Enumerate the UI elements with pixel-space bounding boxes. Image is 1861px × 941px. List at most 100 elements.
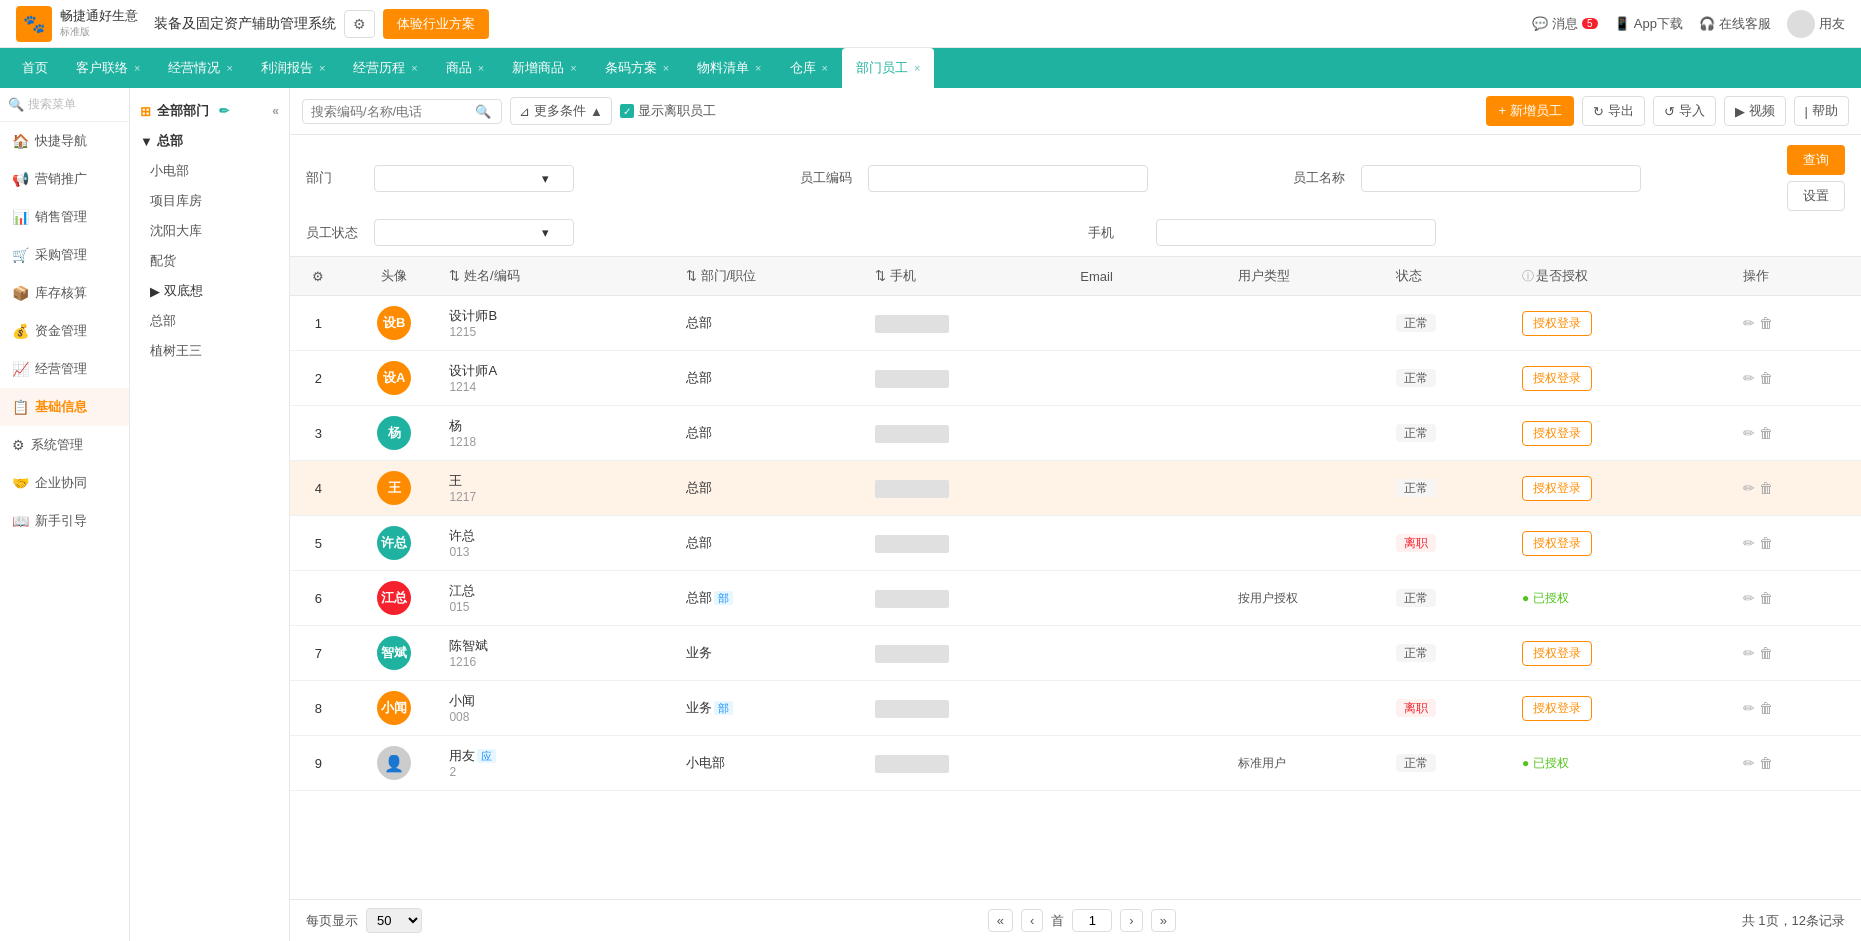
- tab-barcode[interactable]: 条码方案 ×: [591, 48, 683, 88]
- prev-page-btn[interactable]: ‹: [1021, 909, 1043, 932]
- delete-button[interactable]: 🗑: [1759, 425, 1773, 441]
- auth-button[interactable]: 授权登录: [1522, 366, 1592, 391]
- search-input[interactable]: [311, 104, 471, 119]
- auth-button[interactable]: 授权登录: [1522, 531, 1592, 556]
- close-icon[interactable]: ×: [478, 62, 484, 74]
- tree-parent-double[interactable]: ▶ 双底想: [130, 276, 289, 306]
- show-resigned-toggle[interactable]: ✓ 显示离职员工: [620, 102, 716, 120]
- delete-button[interactable]: 🗑: [1759, 370, 1773, 386]
- sidebar-item-finance[interactable]: 💰 资金管理: [0, 312, 129, 350]
- delete-button[interactable]: 🗑: [1759, 315, 1773, 331]
- dept-select[interactable]: ▾: [374, 165, 574, 192]
- col-dept[interactable]: ⇅ 部门/职位: [678, 257, 867, 296]
- query-button[interactable]: 查询: [1787, 145, 1845, 175]
- tree-item-plant[interactable]: 植树王三: [130, 336, 289, 366]
- edit-button[interactable]: ✏: [1743, 370, 1755, 386]
- edit-button[interactable]: ✏: [1743, 480, 1755, 496]
- delete-button[interactable]: 🗑: [1759, 535, 1773, 551]
- close-icon[interactable]: ×: [663, 62, 669, 74]
- close-icon[interactable]: ×: [134, 62, 140, 74]
- auth-button[interactable]: 授权登录: [1522, 696, 1592, 721]
- close-icon[interactable]: ×: [226, 62, 232, 74]
- auth-button[interactable]: 授权登录: [1522, 641, 1592, 666]
- tab-profit[interactable]: 利润报告 ×: [247, 48, 339, 88]
- user-area[interactable]: 用友: [1787, 10, 1845, 38]
- app-download-btn[interactable]: 📱 App下载: [1614, 15, 1683, 33]
- tab-home[interactable]: 首页: [8, 48, 62, 88]
- tab-goods[interactable]: 商品 ×: [432, 48, 498, 88]
- emp-code-input[interactable]: [868, 165, 1148, 192]
- tab-bom[interactable]: 物料清单 ×: [683, 48, 775, 88]
- tab-warehouse[interactable]: 仓库 ×: [776, 48, 842, 88]
- export-button[interactable]: ↻ 导出: [1582, 96, 1645, 126]
- edit-button[interactable]: ✏: [1743, 425, 1755, 441]
- tree-item-distribution[interactable]: 配货: [130, 246, 289, 276]
- import-button[interactable]: ↺ 导入: [1653, 96, 1716, 126]
- tree-item-small-elec[interactable]: 小电部: [130, 156, 289, 186]
- sidebar-item-inventory[interactable]: 📦 库存核算: [0, 274, 129, 312]
- page-input[interactable]: [1072, 909, 1112, 932]
- help-button[interactable]: | 帮助: [1794, 96, 1849, 126]
- delete-button[interactable]: 🗑: [1759, 590, 1773, 606]
- tree-item-project[interactable]: 项目库房: [130, 186, 289, 216]
- sidebar-item-purchase[interactable]: 🛒 采购管理: [0, 236, 129, 274]
- tree-parent-corp[interactable]: ▼ 总部: [130, 126, 289, 156]
- delete-button[interactable]: 🗑: [1759, 480, 1773, 496]
- last-page-btn[interactable]: »: [1151, 909, 1176, 932]
- collapse-btn[interactable]: «: [272, 104, 279, 118]
- edit-button[interactable]: ✏: [1743, 645, 1755, 661]
- close-icon[interactable]: ×: [411, 62, 417, 74]
- edit-icon[interactable]: ✏: [219, 104, 229, 118]
- search-icon[interactable]: 🔍: [475, 104, 491, 119]
- col-phone[interactable]: ⇅ 手机: [867, 257, 1072, 296]
- sidebar-item-guide[interactable]: 📖 新手引导: [0, 502, 129, 540]
- sidebar-search[interactable]: 🔍 搜索菜单: [0, 88, 129, 122]
- sidebar-item-collab[interactable]: 🤝 企业协同: [0, 464, 129, 502]
- sidebar-item-system[interactable]: ⚙ 系统管理: [0, 426, 129, 464]
- trial-button[interactable]: 体验行业方案: [383, 9, 489, 39]
- gear-button[interactable]: ⚙: [344, 10, 375, 38]
- search-box[interactable]: 🔍: [302, 99, 502, 124]
- sidebar-item-quicknav[interactable]: 🏠 快捷导航: [0, 122, 129, 160]
- close-icon[interactable]: ×: [914, 62, 920, 74]
- tree-item-corp[interactable]: 总部: [130, 306, 289, 336]
- first-page-btn[interactable]: «: [988, 909, 1013, 932]
- phone-input[interactable]: [1156, 219, 1436, 246]
- view-button[interactable]: ▶ 视频: [1724, 96, 1786, 126]
- tab-customer[interactable]: 客户联络 ×: [62, 48, 154, 88]
- close-icon[interactable]: ×: [822, 62, 828, 74]
- edit-button[interactable]: ✏: [1743, 535, 1755, 551]
- auth-button[interactable]: 授权登录: [1522, 311, 1592, 336]
- close-icon[interactable]: ×: [570, 62, 576, 74]
- online-service-btn[interactable]: 🎧 在线客服: [1699, 15, 1771, 33]
- emp-name-input[interactable]: [1361, 165, 1641, 192]
- delete-button[interactable]: 🗑: [1759, 700, 1773, 716]
- sidebar-item-marketing[interactable]: 📢 营销推广: [0, 160, 129, 198]
- edit-button[interactable]: ✏: [1743, 755, 1755, 771]
- sidebar-item-sales[interactable]: 📊 销售管理: [0, 198, 129, 236]
- auth-button[interactable]: 授权登录: [1522, 421, 1592, 446]
- close-icon[interactable]: ×: [755, 62, 761, 74]
- tab-operation[interactable]: 经营情况 ×: [154, 48, 246, 88]
- edit-button[interactable]: ✏: [1743, 590, 1755, 606]
- per-page-select[interactable]: 50 20 100: [366, 908, 422, 933]
- col-name-code[interactable]: ⇅ 姓名/编码: [441, 257, 678, 296]
- sidebar-item-basic[interactable]: 📋 基础信息: [0, 388, 129, 426]
- col-settings[interactable]: ⚙: [290, 257, 347, 296]
- more-conditions-btn[interactable]: ⊿ 更多条件 ▲: [510, 97, 612, 125]
- settings-button[interactable]: 设置: [1787, 181, 1845, 211]
- tree-item-shenyang[interactable]: 沈阳大库: [130, 216, 289, 246]
- delete-button[interactable]: 🗑: [1759, 645, 1773, 661]
- sidebar-item-management[interactable]: 📈 经营管理: [0, 350, 129, 388]
- delete-button[interactable]: 🗑: [1759, 755, 1773, 771]
- tab-journey[interactable]: 经营历程 ×: [339, 48, 431, 88]
- status-select[interactable]: ▾: [374, 219, 574, 246]
- edit-button[interactable]: ✏: [1743, 315, 1755, 331]
- messages-btn[interactable]: 💬 消息 5: [1532, 15, 1598, 33]
- tab-new-goods[interactable]: 新增商品 ×: [498, 48, 590, 88]
- auth-button[interactable]: 授权登录: [1522, 476, 1592, 501]
- next-page-btn[interactable]: ›: [1120, 909, 1142, 932]
- add-employee-button[interactable]: + 新增员工: [1486, 96, 1573, 126]
- tab-employees[interactable]: 部门员工 ×: [842, 48, 934, 88]
- close-icon[interactable]: ×: [319, 62, 325, 74]
